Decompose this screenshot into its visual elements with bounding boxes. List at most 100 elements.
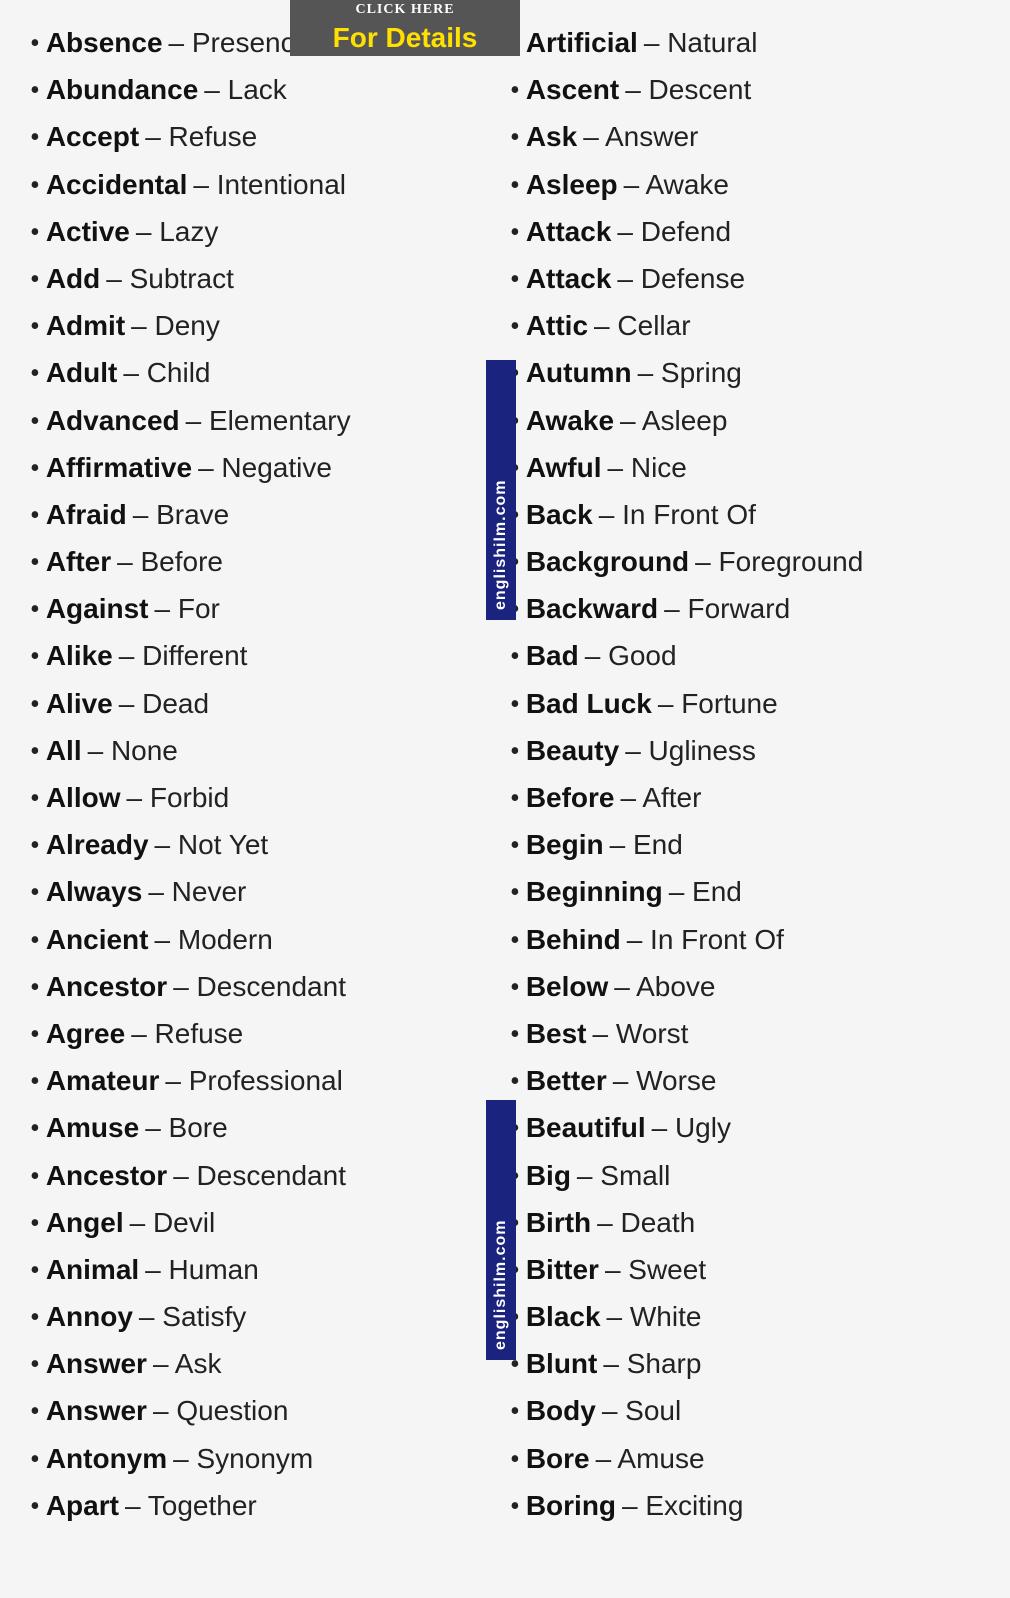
- word-normal: – Brave: [133, 492, 230, 538]
- word-bold: Ascent: [526, 67, 619, 113]
- word-normal: – Forward: [664, 586, 790, 632]
- word-normal: – Different: [119, 633, 248, 679]
- list-item: Back– In Front Of: [510, 492, 980, 539]
- side-badge-2: englishilm.com: [486, 1100, 516, 1360]
- list-item: Autumn– Spring: [510, 350, 980, 397]
- word-bold: Better: [526, 1058, 607, 1104]
- list-item: Better– Worse: [510, 1058, 980, 1105]
- list-item: Answer– Ask: [30, 1341, 500, 1388]
- word-normal: – Nice: [608, 445, 687, 491]
- word-bold: Absence: [46, 20, 163, 66]
- word-bold: Apart: [46, 1483, 119, 1529]
- word-normal: – Descent: [625, 67, 751, 113]
- word-bold: Alive: [46, 681, 113, 727]
- list-item: Awake– Asleep: [510, 398, 980, 445]
- word-bold: Agree: [46, 1011, 125, 1057]
- word-normal: – End: [610, 822, 683, 868]
- word-normal: – Dead: [119, 681, 209, 727]
- list-item: Animal– Human: [30, 1247, 500, 1294]
- list-item: Awful– Nice: [510, 445, 980, 492]
- word-normal: – Descendant: [173, 964, 346, 1010]
- list-item: Bad– Good: [510, 633, 980, 680]
- word-bold: Bore: [526, 1436, 590, 1482]
- list-item: Before– After: [510, 775, 980, 822]
- word-bold: Awful: [526, 445, 602, 491]
- list-item: After– Before: [30, 539, 500, 586]
- list-item: Bore– Amuse: [510, 1436, 980, 1483]
- word-normal: – Elementary: [186, 398, 351, 444]
- word-normal: – Sweet: [605, 1247, 706, 1293]
- click-banner[interactable]: CLICK HERE For Details: [290, 0, 520, 56]
- page-container: CLICK HERE For Details englishilm.com en…: [0, 0, 1010, 1598]
- word-normal: – Never: [148, 869, 246, 915]
- list-item: Against– For: [30, 586, 500, 633]
- list-item: Angel– Devil: [30, 1200, 500, 1247]
- word-bold: Background: [526, 539, 689, 585]
- word-bold: Already: [46, 822, 149, 868]
- word-bold: After: [46, 539, 111, 585]
- word-bold: Ancestor: [46, 964, 167, 1010]
- word-bold: Answer: [46, 1388, 147, 1434]
- list-item: Always– Never: [30, 869, 500, 916]
- word-normal: – Forbid: [126, 775, 229, 821]
- list-item: Afraid– Brave: [30, 492, 500, 539]
- word-normal: – Awake: [624, 162, 729, 208]
- word-bold: Below: [526, 964, 608, 1010]
- word-normal: – None: [88, 728, 178, 774]
- word-normal: – Death: [597, 1200, 695, 1246]
- word-bold: Bad Luck: [526, 681, 652, 727]
- word-normal: – Defense: [617, 256, 745, 302]
- word-normal: – Together: [125, 1483, 257, 1529]
- list-item: Adult– Child: [30, 350, 500, 397]
- for-details-text: For Details: [290, 20, 520, 56]
- word-normal: – Devil: [130, 1200, 216, 1246]
- list-item: Advanced– Elementary: [30, 398, 500, 445]
- word-bold: Amateur: [46, 1058, 160, 1104]
- word-normal: – Professional: [165, 1058, 342, 1104]
- list-item: Ancient– Modern: [30, 917, 500, 964]
- word-bold: All: [46, 728, 82, 774]
- word-normal: – Modern: [155, 917, 273, 963]
- list-item: Behind– In Front Of: [510, 917, 980, 964]
- list-item: Body– Soul: [510, 1388, 980, 1435]
- word-bold: Accept: [46, 114, 139, 160]
- list-item: Ancestor– Descendant: [30, 1153, 500, 1200]
- word-bold: Body: [526, 1388, 596, 1434]
- word-normal: – In Front Of: [599, 492, 756, 538]
- list-item: Answer– Question: [30, 1388, 500, 1435]
- word-bold: Animal: [46, 1247, 139, 1293]
- list-item: Below– Above: [510, 964, 980, 1011]
- word-normal: – Presence: [169, 20, 311, 66]
- word-bold: Against: [46, 586, 149, 632]
- list-item: Black– White: [510, 1294, 980, 1341]
- word-bold: Angel: [46, 1200, 124, 1246]
- list-item: Boring– Exciting: [510, 1483, 980, 1530]
- list-item: Accept– Refuse: [30, 114, 500, 161]
- word-normal: – Worse: [613, 1058, 717, 1104]
- left-column: Absence– PresenceAbundance– LackAccept– …: [30, 20, 500, 1530]
- word-normal: – Worst: [593, 1011, 689, 1057]
- word-bold: Attack: [526, 256, 612, 302]
- word-normal: – Small: [577, 1153, 670, 1199]
- list-item: Begin– End: [510, 822, 980, 869]
- word-normal: – Cellar: [594, 303, 690, 349]
- word-normal: – Ugly: [652, 1105, 731, 1151]
- word-bold: Adult: [46, 350, 118, 396]
- word-normal: – Before: [117, 539, 223, 585]
- list-item: Ancestor– Descendant: [30, 964, 500, 1011]
- word-normal: – Lack: [204, 67, 287, 113]
- word-normal: – Refuse: [131, 1011, 243, 1057]
- list-item: Amateur– Professional: [30, 1058, 500, 1105]
- word-bold: Autumn: [526, 350, 632, 396]
- list-item: Birth– Death: [510, 1200, 980, 1247]
- word-bold: Behind: [526, 917, 621, 963]
- word-normal: – Satisfy: [139, 1294, 246, 1340]
- list-item: Ascent– Descent: [510, 67, 980, 114]
- list-item: Add– Subtract: [30, 256, 500, 303]
- word-normal: – After: [621, 775, 702, 821]
- word-normal: – Not Yet: [155, 822, 269, 868]
- word-bold: Birth: [526, 1200, 591, 1246]
- list-item: Artificial– Natural: [510, 20, 980, 67]
- list-item: Beautiful– Ugly: [510, 1105, 980, 1152]
- list-item: Bad Luck– Fortune: [510, 681, 980, 728]
